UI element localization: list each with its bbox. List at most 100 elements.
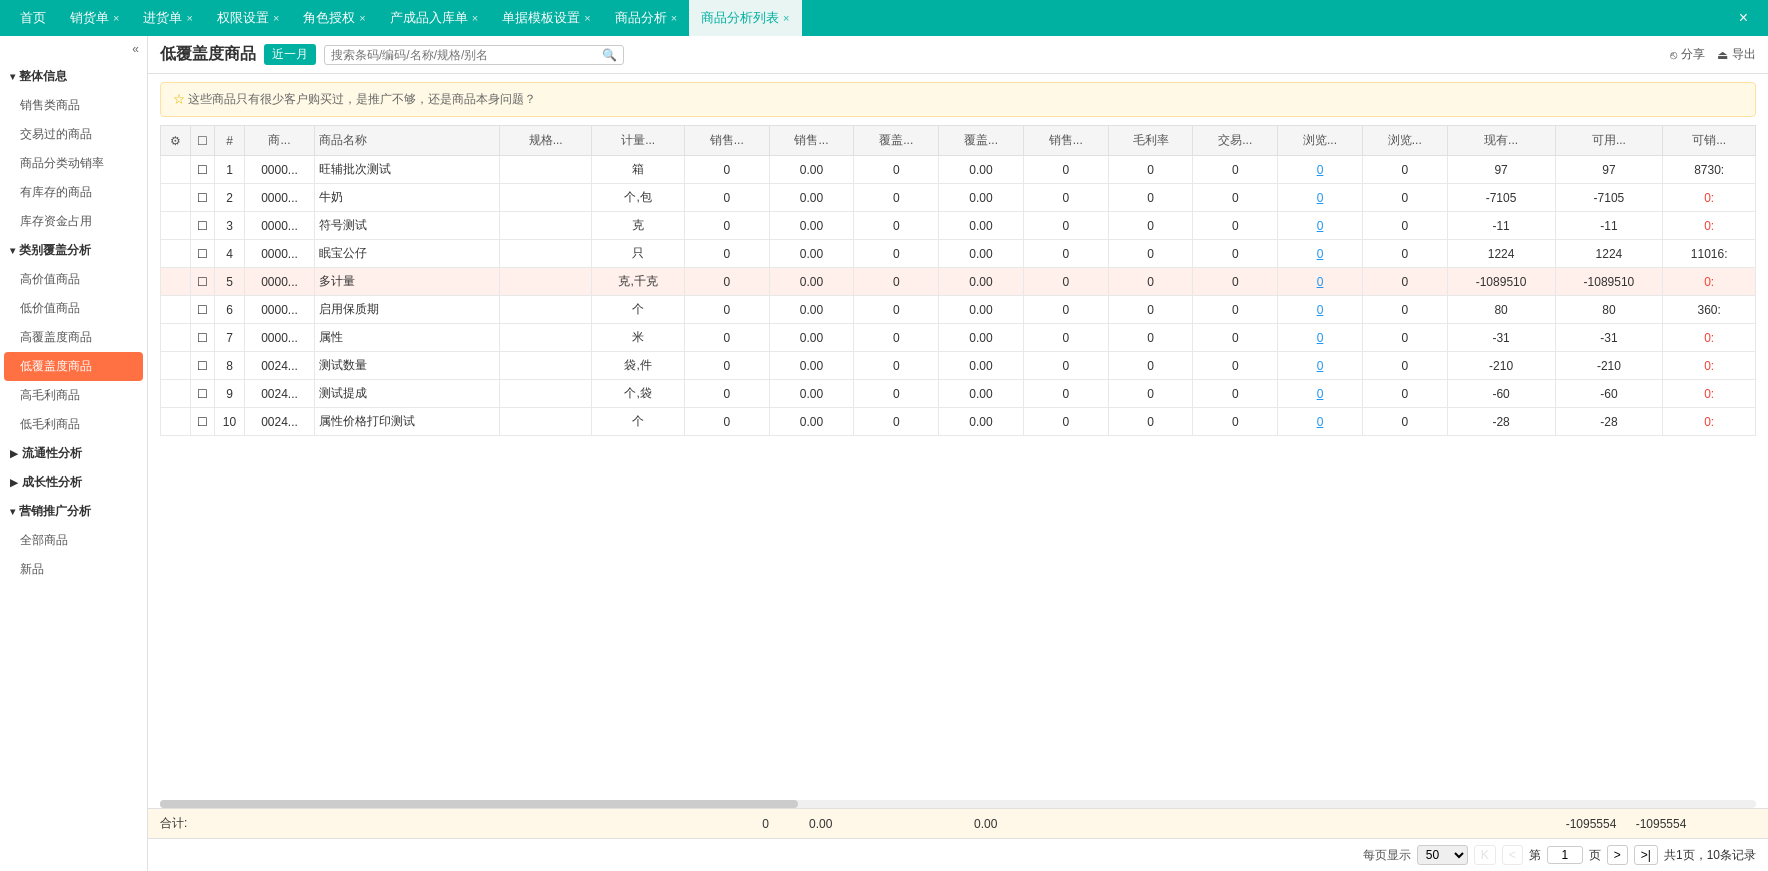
nav-home[interactable]: 首页 — [8, 0, 58, 36]
td-settings[interactable] — [161, 296, 191, 324]
td-check[interactable]: ☐ — [191, 296, 215, 324]
sidebar-item-high-coverage[interactable]: 高覆盖度商品 — [0, 323, 147, 352]
sidebar-item-low-profit[interactable]: 低毛利商品 — [0, 410, 147, 439]
td-settings[interactable] — [161, 212, 191, 240]
nav-goods-analysis[interactable]: 商品分析 × — [603, 0, 689, 36]
window-close-button[interactable]: × — [1727, 9, 1760, 27]
th-settings[interactable]: ⚙ — [161, 126, 191, 156]
sidebar-section-flow[interactable]: ▶ 流通性分析 — [0, 439, 147, 468]
td-settings[interactable] — [161, 240, 191, 268]
td-settings[interactable] — [161, 380, 191, 408]
td-browse1[interactable]: 0 — [1278, 240, 1363, 268]
td-check[interactable]: ☐ — [191, 380, 215, 408]
prev-page-button[interactable]: < — [1502, 845, 1523, 865]
search-input[interactable] — [331, 48, 602, 62]
td-settings[interactable] — [161, 324, 191, 352]
td-browse1[interactable]: 0 — [1278, 268, 1363, 296]
th-browse2[interactable]: 浏览... — [1362, 126, 1447, 156]
td-check[interactable]: ☐ — [191, 240, 215, 268]
page-size-select[interactable]: 50 20 100 — [1417, 845, 1468, 865]
export-button[interactable]: ⏏ 导出 — [1717, 46, 1756, 63]
nav-close-product[interactable]: × — [472, 12, 478, 24]
sidebar-section-marketing[interactable]: ▾ 营销推广分析 — [0, 497, 147, 526]
th-cover1[interactable]: 覆盖... — [854, 126, 939, 156]
td-check[interactable]: ☐ — [191, 324, 215, 352]
td-settings[interactable] — [161, 352, 191, 380]
sidebar-item-traded-goods[interactable]: 交易过的商品 — [0, 120, 147, 149]
th-sales2[interactable]: 销售... — [769, 126, 854, 156]
td-check[interactable]: ☐ — [191, 352, 215, 380]
td-sales2: 0.00 — [769, 408, 854, 436]
th-sales1[interactable]: 销售... — [684, 126, 769, 156]
sidebar-item-new-goods[interactable]: 新品 — [0, 555, 147, 584]
td-check[interactable]: ☐ — [191, 156, 215, 184]
nav-purchase[interactable]: 进货单 × — [131, 0, 204, 36]
nav-permission[interactable]: 权限设置 × — [205, 0, 291, 36]
search-icon[interactable]: 🔍 — [602, 48, 617, 62]
th-sellable[interactable]: 可销... — [1663, 126, 1756, 156]
scrollbar-thumb[interactable] — [160, 800, 798, 808]
nav-template[interactable]: 单据模板设置 × — [490, 0, 602, 36]
nav-goods-analysis-list[interactable]: 商品分析列表 × — [689, 0, 801, 36]
td-settings[interactable] — [161, 408, 191, 436]
td-browse1[interactable]: 0 — [1278, 156, 1363, 184]
th-check[interactable]: ☐ — [191, 126, 215, 156]
sidebar-item-capital[interactable]: 库存资金占用 — [0, 207, 147, 236]
td-browse1[interactable]: 0 — [1278, 380, 1363, 408]
th-unit[interactable]: 计量... — [592, 126, 684, 156]
th-cover2[interactable]: 覆盖... — [939, 126, 1024, 156]
nav-close-purchase[interactable]: × — [186, 12, 192, 24]
td-check[interactable]: ☐ — [191, 212, 215, 240]
td-browse1[interactable]: 0 — [1278, 184, 1363, 212]
td-check[interactable]: ☐ — [191, 184, 215, 212]
sidebar-item-all-goods[interactable]: 全部商品 — [0, 526, 147, 555]
nav-role[interactable]: 角色授权 × — [291, 0, 377, 36]
th-code[interactable]: 商... — [245, 126, 315, 156]
nav-product[interactable]: 产成品入库单 × — [378, 0, 490, 36]
td-browse1[interactable]: 0 — [1278, 296, 1363, 324]
th-browse1[interactable]: 浏览... — [1278, 126, 1363, 156]
sidebar-item-high-profit[interactable]: 高毛利商品 — [0, 381, 147, 410]
th-stock2[interactable]: 可用... — [1555, 126, 1663, 156]
td-browse1[interactable]: 0 — [1278, 212, 1363, 240]
first-page-button[interactable]: K — [1474, 845, 1496, 865]
nav-close-template[interactable]: × — [584, 12, 590, 24]
horizontal-scrollbar[interactable] — [160, 800, 1756, 808]
td-settings[interactable] — [161, 184, 191, 212]
td-check[interactable]: ☐ — [191, 408, 215, 436]
th-gross[interactable]: 毛利率 — [1108, 126, 1193, 156]
sidebar-item-stock-goods[interactable]: 有库存的商品 — [0, 178, 147, 207]
nav-close-sales[interactable]: × — [113, 12, 119, 24]
nav-close-permission[interactable]: × — [273, 12, 279, 24]
sidebar-toggle[interactable]: « — [0, 36, 147, 62]
share-button[interactable]: ⎋ 分享 — [1670, 46, 1705, 63]
nav-close-role[interactable]: × — [359, 12, 365, 24]
time-filter-button[interactable]: 近一月 — [264, 44, 316, 65]
td-check[interactable]: ☐ — [191, 268, 215, 296]
th-spec[interactable]: 规格... — [499, 126, 591, 156]
sidebar-item-high-value[interactable]: 高价值商品 — [0, 265, 147, 294]
sidebar-item-sales-goods[interactable]: 销售类商品 — [0, 91, 147, 120]
page-title: 低覆盖度商品 — [160, 44, 256, 65]
td-settings[interactable] — [161, 156, 191, 184]
td-browse1[interactable]: 0 — [1278, 324, 1363, 352]
td-browse1[interactable]: 0 — [1278, 408, 1363, 436]
td-settings[interactable] — [161, 268, 191, 296]
next-page-button[interactable]: > — [1607, 845, 1628, 865]
sidebar-section-whole[interactable]: ▾ 整体信息 — [0, 62, 147, 91]
last-page-button[interactable]: >| — [1634, 845, 1658, 865]
sidebar-section-growth[interactable]: ▶ 成长性分析 — [0, 468, 147, 497]
nav-close-goods-analysis[interactable]: × — [671, 12, 677, 24]
nav-close-goods-analysis-list[interactable]: × — [783, 12, 789, 24]
th-name[interactable]: 商品名称 — [315, 126, 500, 156]
sidebar-item-low-coverage[interactable]: 低覆盖度商品 — [4, 352, 143, 381]
td-browse1[interactable]: 0 — [1278, 352, 1363, 380]
th-trade[interactable]: 交易... — [1193, 126, 1278, 156]
current-page-input[interactable] — [1547, 846, 1583, 864]
sidebar-section-class[interactable]: ▾ 类别覆盖分析 — [0, 236, 147, 265]
th-stock1[interactable]: 现有... — [1447, 126, 1555, 156]
nav-sales[interactable]: 销货单 × — [58, 0, 131, 36]
sidebar-item-low-value[interactable]: 低价值商品 — [0, 294, 147, 323]
th-sales3[interactable]: 销售... — [1023, 126, 1108, 156]
sidebar-item-category-rate[interactable]: 商品分类动销率 — [0, 149, 147, 178]
